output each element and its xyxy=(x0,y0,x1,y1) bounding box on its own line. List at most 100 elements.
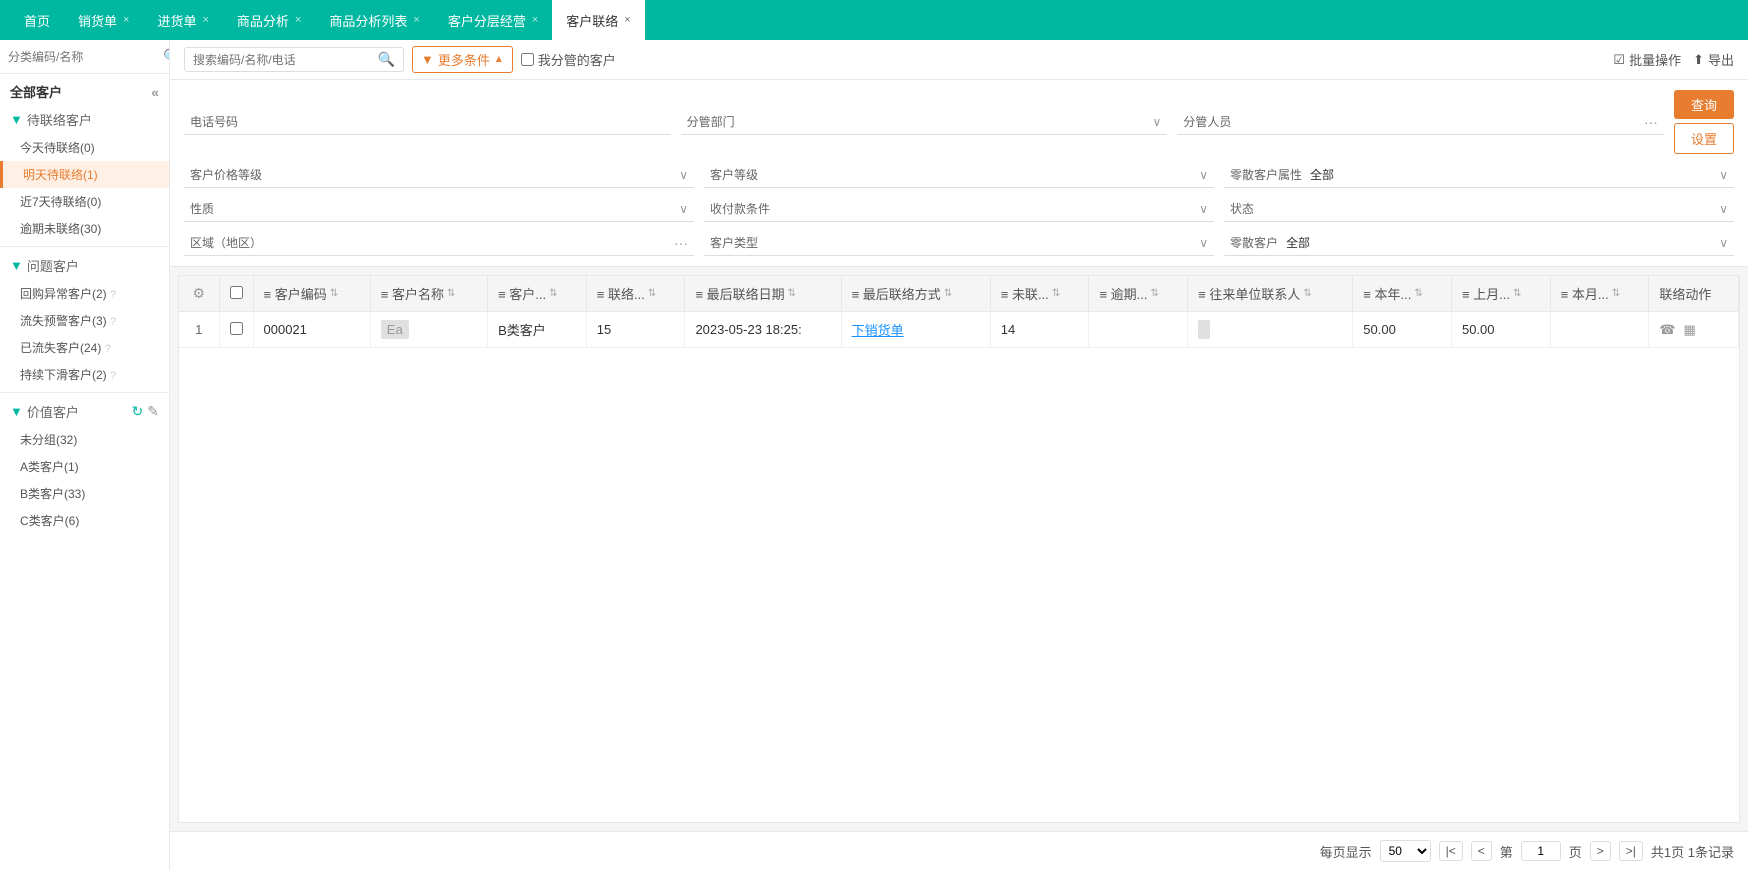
sidebar-collapse-icon[interactable]: « xyxy=(151,84,159,100)
th-code[interactable]: ≡ 客户编码 ⇅ xyxy=(253,276,370,312)
sidebar-item-repurchase-abnormal[interactable]: 回购异常客户(2) ? xyxy=(0,280,169,307)
sort-contact-icon: ⇅ xyxy=(648,288,656,299)
nav-customer-contact[interactable]: 客户联络 × xyxy=(552,0,644,40)
close-customer-tier-icon[interactable]: × xyxy=(532,14,538,26)
th-last-method[interactable]: ≡ 最后联络方式 ⇅ xyxy=(841,276,990,312)
set-btn[interactable]: 设置 xyxy=(1674,123,1734,154)
td-checkbox[interactable] xyxy=(219,312,253,348)
sort-this-month[interactable]: ≡ 本月... ⇅ xyxy=(1561,284,1639,303)
sidebar-group-pending[interactable]: ▼ 待联络客户 xyxy=(0,105,169,134)
sort-this-year[interactable]: ≡ 本年... ⇅ xyxy=(1363,284,1441,303)
export-btn[interactable]: ⬆ 导出 xyxy=(1693,50,1734,69)
sidebar-search-icon[interactable]: 🔍 xyxy=(163,48,170,65)
row-checkbox[interactable] xyxy=(230,322,243,335)
sidebar-item-declining[interactable]: 持续下滑客户(2) ? xyxy=(0,361,169,388)
per-page-select[interactable]: 50 10 20 100 xyxy=(1380,840,1431,862)
sidebar-item-lost[interactable]: 已流失客户(24) ? xyxy=(0,334,169,361)
sidebar-item-class-c[interactable]: C类客户(6) xyxy=(0,507,169,534)
sidebar-item-unclassified[interactable]: 未分组(32) xyxy=(0,426,169,453)
prev-page-btn[interactable]: < xyxy=(1471,841,1492,861)
nav-customer-tier[interactable]: 客户分层经营 × xyxy=(434,0,552,40)
th-type[interactable]: ≡ 客户... ⇅ xyxy=(488,276,587,312)
select-all-checkbox[interactable] xyxy=(230,286,243,299)
nav-analysis[interactable]: 商品分析 × xyxy=(223,0,315,40)
td-last-method[interactable]: 下销货单 xyxy=(841,312,990,348)
close-sales-icon[interactable]: × xyxy=(123,14,129,26)
person-dots-icon[interactable]: ··· xyxy=(1644,114,1658,130)
th-name[interactable]: ≡ 客户名称 ⇅ xyxy=(370,276,487,312)
retail-attr-arrow-icon: ∨ xyxy=(1719,168,1728,182)
th-uncontacted[interactable]: ≡ 未联... ⇅ xyxy=(990,276,1089,312)
more-filter-btn[interactable]: ▼ 更多条件 ▲ xyxy=(412,46,513,73)
sort-last-method-icon: ⇅ xyxy=(944,288,952,299)
toolbar-search-icon[interactable]: 🔍 xyxy=(378,51,395,68)
sort-last-month[interactable]: ≡ 上月... ⇅ xyxy=(1462,284,1540,303)
filter-retail-attr-value[interactable]: 全部 xyxy=(1310,166,1715,183)
nav-analysis-table[interactable]: 商品分析列表 × xyxy=(315,0,433,40)
toolbar-search-box: 🔍 xyxy=(184,47,404,72)
sort-last-month-icon: ⇅ xyxy=(1513,288,1521,299)
close-analysis-table-icon[interactable]: × xyxy=(413,14,419,26)
region-dots-icon[interactable]: ··· xyxy=(674,235,688,251)
action-phone-icon[interactable]: ☎ xyxy=(1659,322,1675,338)
th-company-contact[interactable]: ≡ 往来单位联系人 ⇅ xyxy=(1188,276,1353,312)
help-icon-4: ? xyxy=(110,370,116,382)
sidebar-item-class-b[interactable]: B类客户(33) xyxy=(0,480,169,507)
nav-home[interactable]: 首页 xyxy=(10,0,64,40)
th-this-month[interactable]: ≡ 本月... ⇅ xyxy=(1550,276,1649,312)
th-last-date[interactable]: ≡ 最后联络日期 ⇅ xyxy=(685,276,841,312)
close-customer-contact-icon[interactable]: × xyxy=(624,14,630,26)
gear-settings-icon[interactable]: ⚙ xyxy=(192,285,205,301)
nature-arrow-icon: ∨ xyxy=(679,202,688,216)
nav-sales[interactable]: 销货单 × xyxy=(64,0,143,40)
toolbar-search-input[interactable] xyxy=(193,53,378,67)
sidebar-all-customers[interactable]: 全部客户 « xyxy=(0,74,169,105)
sidebar-search-input[interactable] xyxy=(8,50,163,64)
sidebar-item-lost-risk[interactable]: 流失预警客户(3) ? xyxy=(0,307,169,334)
sort-name[interactable]: ≡ 客户名称 ⇅ xyxy=(381,284,477,303)
sort-uncontacted[interactable]: ≡ 未联... ⇅ xyxy=(1001,284,1079,303)
arrow-value-icon: ▼ xyxy=(10,404,23,419)
sidebar-group-problem[interactable]: ▼ 问题客户 xyxy=(0,251,169,280)
refresh-icon[interactable]: ↻ xyxy=(132,403,144,420)
th-last-month[interactable]: ≡ 上月... ⇅ xyxy=(1451,276,1550,312)
page-number-input[interactable] xyxy=(1521,841,1561,861)
action-qr-icon[interactable]: ▦ xyxy=(1684,322,1696,338)
close-purchase-icon[interactable]: × xyxy=(202,14,208,26)
nav-purchase[interactable]: 进货单 × xyxy=(143,0,222,40)
batch-op-btn[interactable]: ☑ 批量操作 xyxy=(1613,50,1681,69)
th-checkbox[interactable] xyxy=(219,276,253,312)
sidebar-item-class-a[interactable]: A类客户(1) xyxy=(0,453,169,480)
sort-last-method[interactable]: ≡ 最后联络方式 ⇅ xyxy=(852,284,980,303)
next-page-btn[interactable]: > xyxy=(1590,841,1611,861)
query-btn[interactable]: 查询 xyxy=(1674,90,1734,119)
arrow-problem-icon: ▼ xyxy=(10,258,23,273)
last-page-btn[interactable]: >| xyxy=(1619,841,1643,861)
filter-retail-customer-value[interactable]: 全部 xyxy=(1286,234,1715,251)
close-analysis-icon[interactable]: × xyxy=(295,14,301,26)
th-action: 联络动作 xyxy=(1649,276,1739,312)
th-gear[interactable]: ⚙ xyxy=(179,276,219,312)
filter-customer-level: 客户等级 ∨ xyxy=(704,162,1214,188)
sort-contact[interactable]: ≡ 联络... ⇅ xyxy=(597,284,675,303)
sidebar-item-week7[interactable]: 近7天待联络(0) xyxy=(0,188,169,215)
page-suffix: 页 xyxy=(1569,842,1582,861)
th-this-year[interactable]: ≡ 本年... ⇅ xyxy=(1353,276,1452,312)
sort-company-contact[interactable]: ≡ 往来单位联系人 ⇅ xyxy=(1198,284,1342,303)
sort-code[interactable]: ≡ 客户编码 ⇅ xyxy=(264,284,360,303)
sidebar-item-overdue-contact[interactable]: 逾期未联络(30) xyxy=(0,215,169,242)
first-page-btn[interactable]: |< xyxy=(1439,841,1463,861)
sidebar-item-today[interactable]: 今天待联络(0) xyxy=(0,134,169,161)
sort-last-date[interactable]: ≡ 最后联络日期 ⇅ xyxy=(695,284,830,303)
sidebar-item-tomorrow[interactable]: 明天待联络(1) xyxy=(0,161,169,188)
th-overdue[interactable]: ≡ 逾期... ⇅ xyxy=(1089,276,1188,312)
sidebar-group-value[interactable]: ▼ 价值客户 ↻ ✎ xyxy=(0,397,169,426)
th-contact[interactable]: ≡ 联络... ⇅ xyxy=(586,276,685,312)
my-customers-checkbox[interactable] xyxy=(521,53,534,66)
sort-this-month-icon: ⇅ xyxy=(1612,288,1620,299)
sort-overdue[interactable]: ≡ 逾期... ⇅ xyxy=(1099,284,1177,303)
edit-value-icon[interactable]: ✎ xyxy=(147,403,159,420)
sort-type[interactable]: ≡ 客户... ⇅ xyxy=(498,284,576,303)
last-method-link[interactable]: 下销货单 xyxy=(852,323,904,338)
my-customers-checkbox-label[interactable]: 我分管的客户 xyxy=(521,50,616,69)
